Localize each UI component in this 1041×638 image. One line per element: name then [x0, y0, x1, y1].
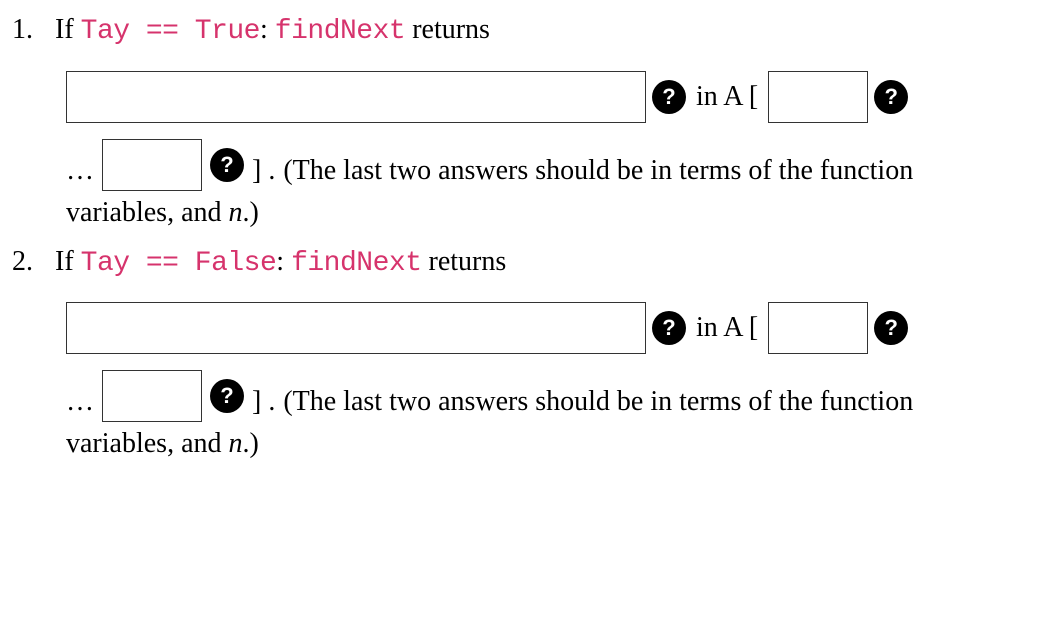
answer-input-2-index-end[interactable] [102, 370, 202, 422]
prompt-line-1: 1. If Tay == True: findNext returns [12, 8, 1029, 55]
note-line-2: variables, and n.) [66, 422, 1029, 467]
note-end: variables, and [66, 197, 229, 228]
question-item-2: 2. If Tay == False: findNext returns ? i… [12, 240, 1029, 468]
cont-row-2: … ? ] . (The last two answers should be … [66, 370, 1029, 422]
answer-input-2-index-start[interactable] [768, 302, 868, 354]
note-start: (The last two answers should be in terms… [283, 386, 913, 418]
func-name: findNext [275, 16, 405, 47]
answer-input-1-main[interactable] [66, 71, 646, 123]
if-word: If [55, 246, 81, 277]
prompt-line-2: 2. If Tay == False: findNext returns [12, 240, 1029, 287]
condition-code: Tay == False [81, 248, 277, 279]
item-number: 1. [12, 8, 48, 53]
ellipsis: … [66, 386, 94, 418]
condition-code: Tay == True [81, 16, 260, 47]
func-name: findNext [291, 248, 421, 279]
n-var: n [229, 428, 243, 459]
help-icon[interactable]: ? [874, 311, 908, 345]
n-var: n [229, 197, 243, 228]
if-word: If [55, 14, 81, 45]
in-a-text: in A [ [696, 81, 758, 113]
note-end: variables, and [66, 428, 229, 459]
colon: : [276, 246, 291, 277]
ellipsis: … [66, 155, 94, 187]
close-bracket: ] . [252, 386, 275, 418]
cont-row-1: … ? ] . (The last two answers should be … [66, 139, 1029, 191]
close-bracket: ] . [252, 155, 275, 187]
help-icon[interactable]: ? [652, 311, 686, 345]
answer-input-2-main[interactable] [66, 302, 646, 354]
item-number: 2. [12, 240, 48, 285]
input-row-1a: ? in A [ ? [66, 71, 1029, 123]
colon: : [260, 14, 275, 45]
question-item-1: 1. If Tay == True: findNext returns ? in… [12, 8, 1029, 236]
note-close: .) [243, 197, 259, 228]
in-a-text: in A [ [696, 312, 758, 344]
answer-input-1-index-end[interactable] [102, 139, 202, 191]
note-start: (The last two answers should be in terms… [283, 155, 913, 187]
returns-word: returns [405, 14, 490, 45]
note-line-1: variables, and n.) [66, 191, 1029, 236]
returns-word: returns [422, 246, 507, 277]
note-close: .) [243, 428, 259, 459]
help-icon[interactable]: ? [874, 80, 908, 114]
answer-input-1-index-start[interactable] [768, 71, 868, 123]
help-icon[interactable]: ? [210, 148, 244, 182]
help-icon[interactable]: ? [652, 80, 686, 114]
input-row-2a: ? in A [ ? [66, 302, 1029, 354]
help-icon[interactable]: ? [210, 379, 244, 413]
